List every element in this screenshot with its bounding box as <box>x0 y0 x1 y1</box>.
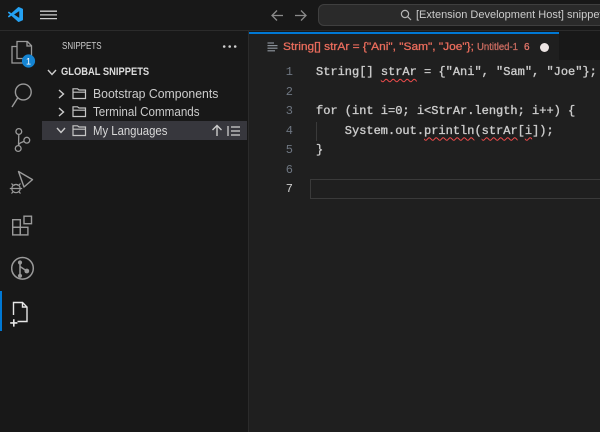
svg-text:1: 1 <box>26 56 31 66</box>
